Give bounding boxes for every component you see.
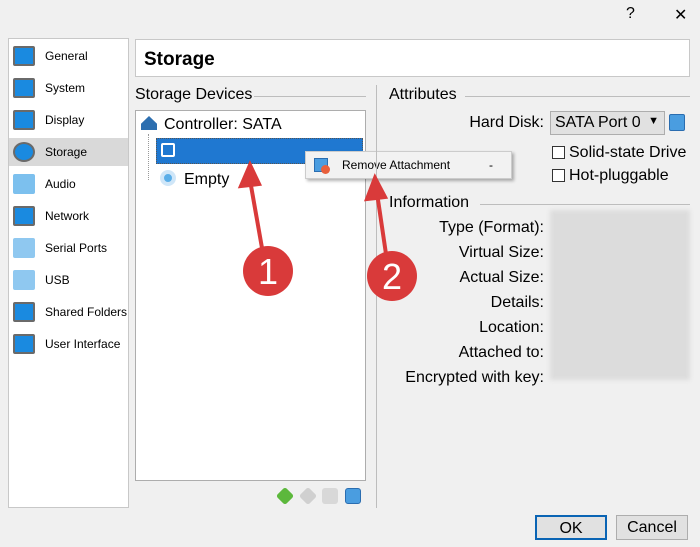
- annotation-arrow-1: [248, 179, 264, 249]
- annotation-arrow-2: [375, 192, 388, 255]
- annotation-overlay: 1 2: [237, 160, 417, 301]
- annotation-arrowhead-2: [363, 173, 389, 202]
- annotation-arrowhead-1: [237, 160, 263, 189]
- annotation-number-1: 1: [258, 251, 278, 292]
- annotation-number-2: 2: [382, 256, 402, 297]
